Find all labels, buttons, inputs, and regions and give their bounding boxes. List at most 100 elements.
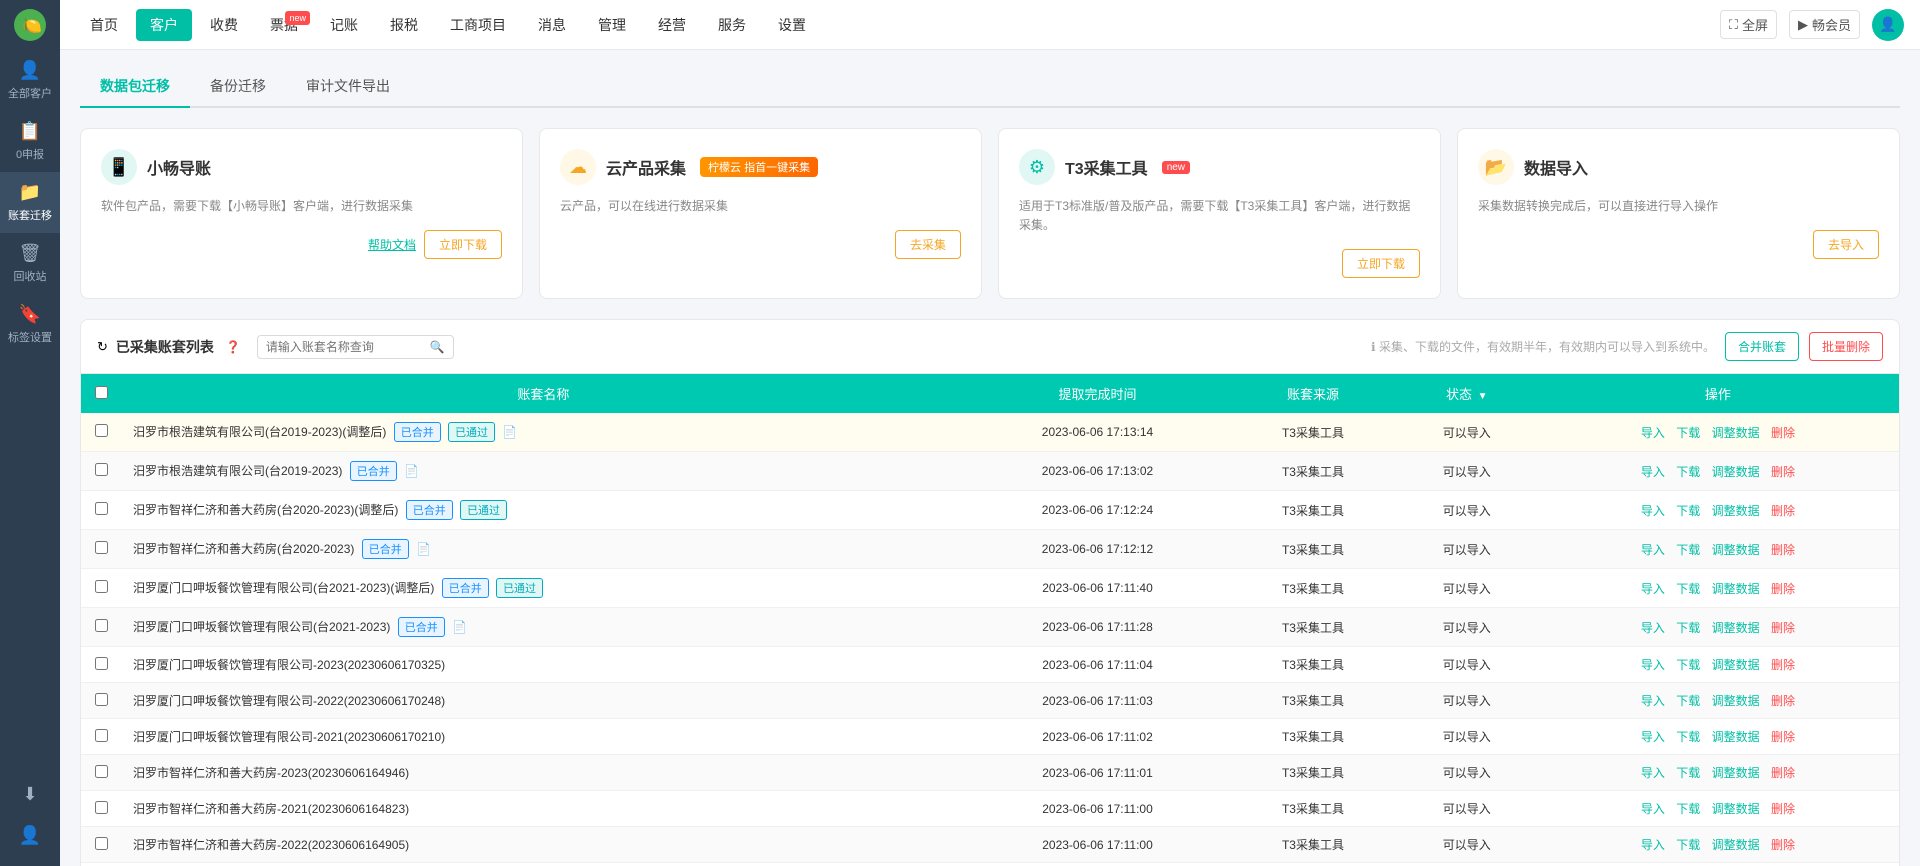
row-checkbox[interactable] <box>95 541 108 554</box>
search-input[interactable] <box>266 340 426 354</box>
sidebar-user[interactable]: 👤 <box>0 815 60 856</box>
action-adjust[interactable]: 调整数据 <box>1712 838 1760 852</box>
file-icon[interactable]: 📄 <box>404 464 419 478</box>
row-checkbox[interactable] <box>95 463 108 476</box>
action-import[interactable]: 导入 <box>1641 838 1665 852</box>
row-checkbox[interactable] <box>95 502 108 515</box>
download-btn-t3tool[interactable]: 立即下载 <box>1342 249 1420 278</box>
action-delete[interactable]: 删除 <box>1771 694 1795 708</box>
action-download[interactable]: 下载 <box>1676 465 1700 479</box>
action-delete[interactable]: 删除 <box>1771 658 1795 672</box>
row-checkbox[interactable] <box>95 657 108 670</box>
row-checkbox[interactable] <box>95 765 108 778</box>
batch-delete-btn[interactable]: 批量删除 <box>1809 332 1883 361</box>
topnav-invoice[interactable]: 票据 new <box>256 9 312 41</box>
action-download[interactable]: 下载 <box>1676 730 1700 744</box>
import-btn-dataimport[interactable]: 去导入 <box>1813 230 1879 259</box>
action-download[interactable]: 下载 <box>1676 838 1700 852</box>
merge-btn[interactable]: 合并账套 <box>1725 332 1799 361</box>
action-import[interactable]: 导入 <box>1641 465 1665 479</box>
action-download[interactable]: 下载 <box>1676 543 1700 557</box>
sidebar-item-account-migrate[interactable]: 📁 账套迁移 <box>0 172 60 233</box>
sidebar-item-zero-report[interactable]: 📋 0申报 <box>0 111 60 172</box>
tab-audit-export[interactable]: 审计文件导出 <box>286 66 410 108</box>
sidebar-item-all-clients[interactable]: 👤 全部客户 <box>0 50 60 111</box>
action-delete[interactable]: 删除 <box>1771 426 1795 440</box>
action-import[interactable]: 导入 <box>1641 694 1665 708</box>
action-delete[interactable]: 删除 <box>1771 582 1795 596</box>
action-delete[interactable]: 删除 <box>1771 543 1795 557</box>
row-checkbox[interactable] <box>95 837 108 850</box>
topnav-home[interactable]: 首页 <box>76 9 132 41</box>
tab-backup-migrate[interactable]: 备份迁移 <box>190 66 286 108</box>
action-import[interactable]: 导入 <box>1641 730 1665 744</box>
collect-btn-yunpincai[interactable]: 去采集 <box>895 230 961 259</box>
topnav-billing[interactable]: 收费 <box>196 9 252 41</box>
file-icon[interactable]: 📄 <box>502 425 517 439</box>
row-checkbox[interactable] <box>95 729 108 742</box>
list-tip-icon[interactable]: ❓ <box>226 340 241 354</box>
topnav-message[interactable]: 消息 <box>524 9 580 41</box>
topnav-accounting[interactable]: 记账 <box>316 9 372 41</box>
topnav-management[interactable]: 管理 <box>584 9 640 41</box>
help-doc-link[interactable]: 帮助文档 <box>368 236 416 253</box>
action-adjust[interactable]: 调整数据 <box>1712 730 1760 744</box>
action-delete[interactable]: 删除 <box>1771 465 1795 479</box>
action-adjust[interactable]: 调整数据 <box>1712 621 1760 635</box>
topnav-service[interactable]: 服务 <box>704 9 760 41</box>
action-import[interactable]: 导入 <box>1641 426 1665 440</box>
action-import[interactable]: 导入 <box>1641 504 1665 518</box>
action-adjust[interactable]: 调整数据 <box>1712 658 1760 672</box>
action-import[interactable]: 导入 <box>1641 621 1665 635</box>
app-logo[interactable]: 🍋 <box>0 0 60 50</box>
select-all-checkbox[interactable] <box>95 386 108 399</box>
topnav-client[interactable]: 客户 <box>136 9 192 41</box>
action-delete[interactable]: 删除 <box>1771 621 1795 635</box>
tab-data-migrate[interactable]: 数据包迁移 <box>80 66 190 108</box>
status-sort-icon[interactable]: ▼ <box>1478 391 1488 402</box>
download-btn-xiaochangdaozhang[interactable]: 立即下载 <box>424 230 502 259</box>
action-import[interactable]: 导入 <box>1641 543 1665 557</box>
topnav-tax[interactable]: 报税 <box>376 9 432 41</box>
row-checkbox[interactable] <box>95 801 108 814</box>
action-download[interactable]: 下载 <box>1676 694 1700 708</box>
action-adjust[interactable]: 调整数据 <box>1712 504 1760 518</box>
topnav-operation[interactable]: 经营 <box>644 9 700 41</box>
action-delete[interactable]: 删除 <box>1771 730 1795 744</box>
action-delete[interactable]: 删除 <box>1771 802 1795 816</box>
topnav-settings[interactable]: 设置 <box>764 9 820 41</box>
sidebar-item-trash[interactable]: 🗑 回收站 <box>0 233 60 294</box>
action-download[interactable]: 下载 <box>1676 504 1700 518</box>
action-import[interactable]: 导入 <box>1641 582 1665 596</box>
action-delete[interactable]: 删除 <box>1771 838 1795 852</box>
action-download[interactable]: 下载 <box>1676 658 1700 672</box>
action-download[interactable]: 下载 <box>1676 802 1700 816</box>
action-adjust[interactable]: 调整数据 <box>1712 582 1760 596</box>
action-delete[interactable]: 删除 <box>1771 504 1795 518</box>
file-icon[interactable]: 📄 <box>416 542 431 556</box>
sidebar-item-tag-settings[interactable]: 🔖 标签设置 <box>0 294 60 355</box>
action-adjust[interactable]: 调整数据 <box>1712 802 1760 816</box>
action-adjust[interactable]: 调整数据 <box>1712 766 1760 780</box>
search-icon[interactable]: 🔍 <box>430 340 445 354</box>
action-download[interactable]: 下载 <box>1676 426 1700 440</box>
action-delete[interactable]: 删除 <box>1771 766 1795 780</box>
action-import[interactable]: 导入 <box>1641 658 1665 672</box>
action-download[interactable]: 下载 <box>1676 621 1700 635</box>
row-checkbox[interactable] <box>95 424 108 437</box>
action-download[interactable]: 下载 <box>1676 766 1700 780</box>
row-checkbox[interactable] <box>95 693 108 706</box>
refresh-icon[interactable]: ↻ <box>97 339 108 355</box>
action-download[interactable]: 下载 <box>1676 582 1700 596</box>
action-import[interactable]: 导入 <box>1641 802 1665 816</box>
sidebar-download[interactable]: ⬇ <box>0 774 60 815</box>
topnav-business[interactable]: 工商项目 <box>436 9 520 41</box>
fullscreen-button[interactable]: ⛶ 全屏 <box>1720 10 1777 39</box>
member-button[interactable]: ▶ 畅会员 <box>1789 10 1860 39</box>
action-adjust[interactable]: 调整数据 <box>1712 465 1760 479</box>
file-icon[interactable]: 📄 <box>452 620 467 634</box>
action-adjust[interactable]: 调整数据 <box>1712 543 1760 557</box>
action-adjust[interactable]: 调整数据 <box>1712 694 1760 708</box>
row-checkbox[interactable] <box>95 580 108 593</box>
avatar[interactable]: 👤 <box>1872 9 1904 41</box>
